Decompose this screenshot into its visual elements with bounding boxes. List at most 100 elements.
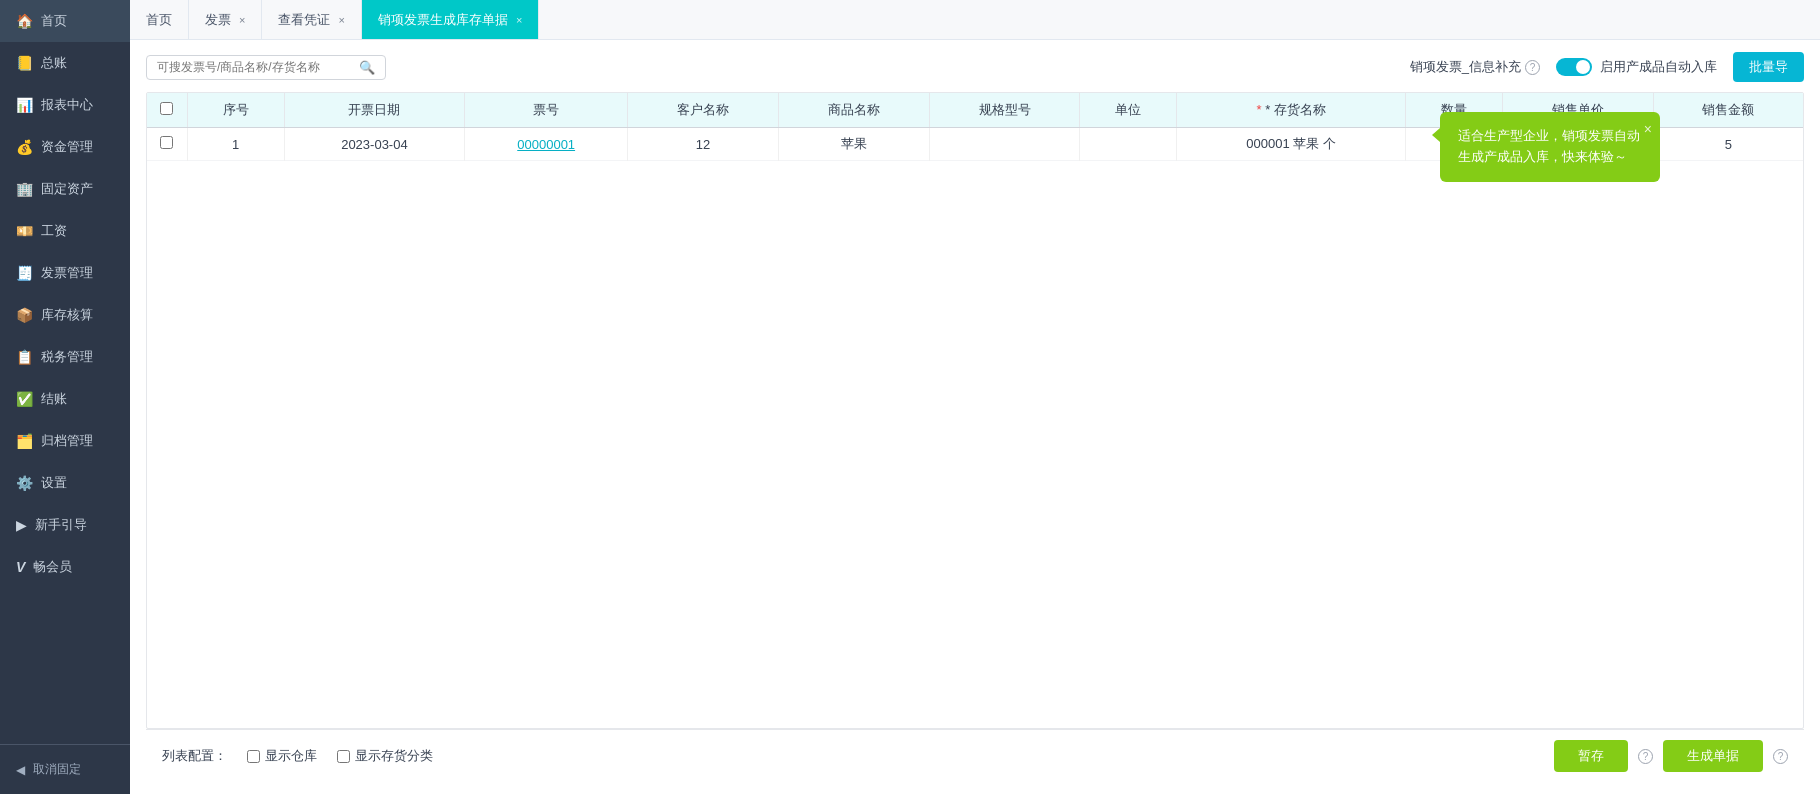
pin-icon: ◀ [16, 763, 25, 777]
tab-sales-invoice-label: 销项发票生成库存单据 [378, 11, 508, 29]
col-inventory: * * 存货名称 [1177, 93, 1405, 128]
sidebar-item-label: 新手引导 [35, 516, 87, 534]
show-warehouse-label: 显示仓库 [265, 747, 317, 765]
info-icon[interactable]: ? [1525, 60, 1540, 75]
info-label-text: 销项发票_信息补充 [1410, 58, 1521, 76]
main-area: 首页 发票 × 查看凭证 × 销项发票生成库存单据 × 🔍 销项发票_信息补充 [130, 0, 1820, 794]
row-date: 2023-03-04 [284, 128, 465, 161]
row-checkbox[interactable] [160, 136, 173, 149]
show-warehouse-input[interactable] [247, 750, 260, 763]
tab-invoice-label: 发票 [205, 11, 231, 29]
tab-home[interactable]: 首页 [130, 0, 189, 39]
invoice-link[interactable]: 00000001 [517, 137, 575, 152]
sidebar-item-fixed-assets[interactable]: 🏢 固定资产 [0, 168, 130, 210]
sidebar-item-closing[interactable]: ✅ 结账 [0, 378, 130, 420]
settings-icon: ⚙️ [16, 475, 33, 491]
search-box[interactable]: 🔍 [146, 55, 386, 80]
row-product: 苹果 [778, 128, 929, 161]
list-config-label: 列表配置： [162, 747, 227, 765]
sidebar: 🏠 首页 📒 总账 📊 报表中心 💰 资金管理 🏢 固定资产 💴 工资 🧾 发票… [0, 0, 130, 794]
col-customer: 客户名称 [628, 93, 779, 128]
generate-button[interactable]: 生成单据 [1663, 740, 1763, 772]
sidebar-item-guide[interactable]: ▶ 新手引导 [0, 504, 130, 546]
funds-icon: 💰 [16, 139, 33, 155]
sidebar-item-label: 首页 [41, 12, 67, 30]
sidebar-item-label: 总账 [41, 54, 67, 72]
col-amount: 销售金额 [1653, 93, 1803, 128]
sidebar-item-tax[interactable]: 📋 税务管理 [0, 336, 130, 378]
search-input[interactable] [157, 60, 353, 74]
show-category-input[interactable] [337, 750, 350, 763]
row-seq: 1 [187, 128, 284, 161]
sidebar-item-label: 报表中心 [41, 96, 93, 114]
col-spec: 规格型号 [929, 93, 1080, 128]
toggle-area: 启用产成品自动入库 [1556, 58, 1717, 76]
col-unit: 单位 [1080, 93, 1177, 128]
sidebar-item-reports[interactable]: 📊 报表中心 [0, 84, 130, 126]
sidebar-item-invoice[interactable]: 🧾 发票管理 [0, 252, 130, 294]
col-invoice-no: 票号 [465, 93, 628, 128]
sidebar-item-label: 归档管理 [41, 432, 93, 450]
sidebar-item-salary[interactable]: 💴 工资 [0, 210, 130, 252]
data-table-wrap: 序号 开票日期 票号 客户名称 商品名称 规格型号 单位 * * 存货名称 数量… [146, 92, 1804, 729]
tab-voucher-label: 查看凭证 [278, 11, 330, 29]
sidebar-item-label: 畅会员 [33, 558, 72, 576]
sidebar-item-settings[interactable]: ⚙️ 设置 [0, 462, 130, 504]
archive-icon: 🗂️ [16, 433, 33, 449]
sidebar-item-ledger[interactable]: 📒 总账 [0, 42, 130, 84]
fixed-assets-icon: 🏢 [16, 181, 33, 197]
ledger-icon: 📒 [16, 55, 33, 71]
tab-invoice[interactable]: 发票 × [189, 0, 262, 39]
batch-button[interactable]: 批量导 [1733, 52, 1804, 82]
tab-sales-invoice-close[interactable]: × [516, 14, 522, 26]
tab-invoice-close[interactable]: × [239, 14, 245, 26]
sidebar-item-funds[interactable]: 💰 资金管理 [0, 126, 130, 168]
select-all-checkbox[interactable] [160, 102, 173, 115]
inventory-icon: 📦 [16, 307, 33, 323]
sidebar-item-member[interactable]: V 畅会员 [0, 546, 130, 588]
unpin-button[interactable]: ◀ 取消固定 [0, 753, 130, 786]
sidebar-item-label: 固定资产 [41, 180, 93, 198]
save-help-icon[interactable]: ? [1638, 749, 1653, 764]
reports-icon: 📊 [16, 97, 33, 113]
sidebar-bottom: ◀ 取消固定 [0, 744, 130, 794]
tab-voucher[interactable]: 查看凭证 × [262, 0, 361, 39]
unpin-label: 取消固定 [33, 761, 81, 778]
tab-voucher-close[interactable]: × [338, 14, 344, 26]
row-checkbox-cell[interactable] [147, 128, 187, 161]
row-invoice-no[interactable]: 00000001 [465, 128, 628, 161]
sidebar-item-home[interactable]: 🏠 首页 [0, 0, 130, 42]
show-category-label: 显示存货分类 [355, 747, 433, 765]
tab-sales-invoice[interactable]: 销项发票生成库存单据 × [362, 0, 539, 39]
sidebar-item-label: 工资 [41, 222, 67, 240]
tax-icon: 📋 [16, 349, 33, 365]
page-content: 🔍 销项发票_信息补充 ? 启用产成品自动入库 批量导 [130, 40, 1820, 794]
toolbar-row: 🔍 销项发票_信息补充 ? 启用产成品自动入库 批量导 [146, 52, 1804, 82]
tooltip-close-button[interactable]: × [1644, 118, 1652, 140]
info-label: 销项发票_信息补充 ? [1410, 58, 1540, 76]
col-checkbox[interactable] [147, 93, 187, 128]
generate-help-icon[interactable]: ? [1773, 749, 1788, 764]
bottom-actions: 暂存 ? 生成单据 ? [1554, 740, 1788, 772]
show-warehouse-checkbox[interactable]: 显示仓库 [247, 747, 317, 765]
auto-warehouse-toggle[interactable] [1556, 58, 1592, 76]
tab-bar: 首页 发票 × 查看凭证 × 销项发票生成库存单据 × [130, 0, 1820, 40]
sidebar-item-archive[interactable]: 🗂️ 归档管理 [0, 420, 130, 462]
sidebar-item-label: 设置 [41, 474, 67, 492]
guide-icon: ▶ [16, 517, 27, 533]
sidebar-item-label: 库存核算 [41, 306, 93, 324]
show-category-checkbox[interactable]: 显示存货分类 [337, 747, 433, 765]
row-customer: 12 [628, 128, 779, 161]
tab-home-label: 首页 [146, 11, 172, 29]
row-spec [929, 128, 1080, 161]
sidebar-item-inventory[interactable]: 📦 库存核算 [0, 294, 130, 336]
member-icon: V [16, 559, 25, 575]
col-date: 开票日期 [284, 93, 465, 128]
bottom-bar: 列表配置： 显示仓库 显示存货分类 暂存 ? 生成单据 ? [146, 729, 1804, 782]
save-button[interactable]: 暂存 [1554, 740, 1628, 772]
sidebar-item-label: 税务管理 [41, 348, 93, 366]
sidebar-item-label: 资金管理 [41, 138, 93, 156]
tooltip-popup: × 适合生产型企业，销项发票自动生成产成品入库，快来体验～ [1440, 112, 1660, 182]
toggle-label: 启用产成品自动入库 [1600, 58, 1717, 76]
col-seq: 序号 [187, 93, 284, 128]
